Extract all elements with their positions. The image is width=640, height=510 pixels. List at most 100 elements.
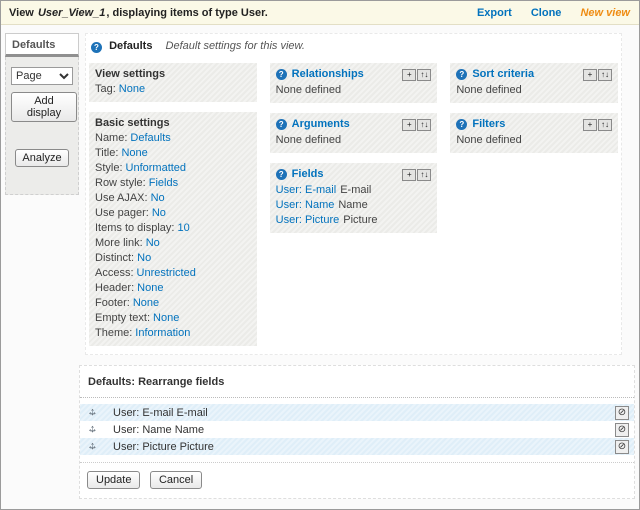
remove-icon[interactable]: ⊘ <box>615 422 629 437</box>
drag-handle-icon[interactable]: ↔ ↕ <box>86 440 99 453</box>
setting-label: Items to display: <box>95 222 175 234</box>
setting-value-link[interactable]: No <box>146 237 160 249</box>
setting-row: Style: Unformatted <box>95 161 251 176</box>
setting-label: Row style: <box>95 177 146 189</box>
setting-value-link[interactable]: None <box>119 83 145 95</box>
cancel-button[interactable]: Cancel <box>149 471 203 489</box>
help-icon[interactable]: ? <box>456 119 468 130</box>
export-link[interactable]: Export <box>477 7 512 19</box>
setting-value-link[interactable]: Information <box>135 327 190 339</box>
setting-value-link[interactable]: 10 <box>177 222 189 234</box>
filters-title-link[interactable]: Filters <box>472 117 505 132</box>
field-link[interactable]: User: Name <box>276 199 335 211</box>
arguments-title-link[interactable]: Arguments <box>292 117 350 132</box>
field-item: User: Picture Picture <box>276 213 432 228</box>
setting-label: Name: <box>95 132 128 144</box>
setting-label: Distinct: <box>95 252 135 264</box>
field-label-suffix: Name <box>338 199 368 211</box>
setting-label: Use AJAX: <box>95 192 148 204</box>
analyze-button[interactable]: Analyze <box>15 149 69 167</box>
clone-link[interactable]: Clone <box>531 7 562 19</box>
new-view-link[interactable]: New view <box>580 7 630 19</box>
sort-criteria-title-link[interactable]: Sort criteria <box>472 67 534 82</box>
rearrange-icon[interactable]: ↑↓ <box>417 68 432 81</box>
setting-row: Row style: Fields <box>95 176 251 191</box>
add-icon[interactable]: + <box>402 118 417 131</box>
setting-value-link[interactable]: Defaults <box>130 132 170 144</box>
basic-settings-box: Basic settings Name: Defaults Title: None … <box>89 112 257 346</box>
setting-row: Footer: None <box>95 296 251 311</box>
settings-column-1: View settings Tag: None Basic settings Na… <box>89 63 257 346</box>
add-icon[interactable]: + <box>583 118 598 131</box>
display-description: Default settings for this view. <box>165 40 305 52</box>
setting-row: Tag: None <box>95 82 251 97</box>
view-actions: Export Clone New view <box>461 7 630 19</box>
setting-row: Access: Unrestricted <box>95 266 251 281</box>
setting-row: Header: None <box>95 281 251 296</box>
add-icon[interactable]: + <box>583 68 598 81</box>
setting-value-link[interactable]: None <box>137 282 163 294</box>
help-icon[interactable]: ? <box>275 169 287 180</box>
help-icon[interactable]: ? <box>456 69 468 80</box>
setting-value-link[interactable]: Fields <box>149 177 178 189</box>
sort-criteria-head: ? Sort criteria + ↑↓ <box>456 67 613 82</box>
rearrange-row: ↔ ↕ User: Picture Picture ⊘ <box>80 438 634 455</box>
display-settings-area: ? Defaults Default settings for this vie… <box>85 33 622 355</box>
setting-row: Use AJAX: No <box>95 191 251 206</box>
rearrange-icon[interactable]: ↑↓ <box>417 118 432 131</box>
setting-row: Name: Defaults <box>95 131 251 146</box>
relationships-head: ? Relationships + ↑↓ <box>275 67 432 82</box>
rearrange-icon[interactable]: ↑↓ <box>417 168 432 181</box>
field-link[interactable]: User: Picture <box>276 214 340 226</box>
setting-value-link[interactable]: Unformatted <box>126 162 187 174</box>
add-icon[interactable]: + <box>402 168 417 181</box>
move-vertical-icon: ↕ <box>89 406 96 418</box>
drag-handle-icon[interactable]: ↔ ↕ <box>86 406 99 419</box>
setting-value-link[interactable]: None <box>121 147 147 159</box>
filters-box: ? Filters + ↑↓ None defined <box>450 113 619 153</box>
settings-column-3: ? Sort criteria + ↑↓ None defined ? Filt… <box>450 63 619 153</box>
drag-handle-icon[interactable]: ↔ ↕ <box>86 423 99 436</box>
remove-icon[interactable]: ⊘ <box>615 439 629 454</box>
fields-title-link[interactable]: Fields <box>292 167 324 182</box>
fields-head: ? Fields + ↑↓ <box>275 167 432 182</box>
help-icon[interactable]: ? <box>275 69 287 80</box>
setting-value-link[interactable]: None <box>133 297 159 309</box>
setting-row: Use pager: No <box>95 206 251 221</box>
arguments-box: ? Arguments + ↑↓ None defined <box>269 113 438 153</box>
view-title-prefix: View <box>9 6 34 19</box>
field-label-suffix: Picture <box>343 214 378 226</box>
display-type-select[interactable]: Page <box>11 67 73 85</box>
remove-icon[interactable]: ⊘ <box>615 405 629 420</box>
setting-value-link[interactable]: No <box>152 207 166 219</box>
arguments-head: ? Arguments + ↑↓ <box>275 117 432 132</box>
setting-row: Distinct: No <box>95 251 251 266</box>
field-link[interactable]: User: E-mail <box>276 184 337 196</box>
relationships-title-link[interactable]: Relationships <box>292 67 364 82</box>
setting-row: Items to display: 10 <box>95 221 251 236</box>
help-icon[interactable]: ? <box>91 42 102 53</box>
view-title: View User_View_1, displaying items of ty… <box>9 7 268 19</box>
add-display-button[interactable]: Add display <box>11 92 77 122</box>
display-sidebar: Defaults Page Add display Analyze <box>5 33 79 195</box>
rearrange-row-label: User: Name Name <box>113 423 205 436</box>
filters-head: ? Filters + ↑↓ <box>456 117 613 132</box>
arguments-actions: + ↑↓ <box>402 118 432 131</box>
views-ui-body: Defaults Page Add display Analyze ? Defa… <box>1 25 639 499</box>
setting-value-link[interactable]: No <box>151 192 165 204</box>
tab-defaults[interactable]: Defaults <box>5 33 79 57</box>
update-button[interactable]: Update <box>87 471 141 489</box>
add-icon[interactable]: + <box>402 68 417 81</box>
relationships-actions: + ↑↓ <box>402 68 432 81</box>
setting-label: Access: <box>95 267 134 279</box>
view-title-suffix: , displaying items of type User. <box>106 6 268 19</box>
relationships-empty: None defined <box>275 84 342 96</box>
setting-value-link[interactable]: None <box>153 312 179 324</box>
setting-value-link[interactable]: No <box>137 252 151 264</box>
rearrange-icon[interactable]: ↑↓ <box>598 118 613 131</box>
help-icon[interactable]: ? <box>275 119 287 130</box>
rearrange-icon[interactable]: ↑↓ <box>598 68 613 81</box>
setting-row: Empty text: None <box>95 311 251 326</box>
setting-value-link[interactable]: Unrestricted <box>137 267 196 279</box>
setting-row: More link: No <box>95 236 251 251</box>
